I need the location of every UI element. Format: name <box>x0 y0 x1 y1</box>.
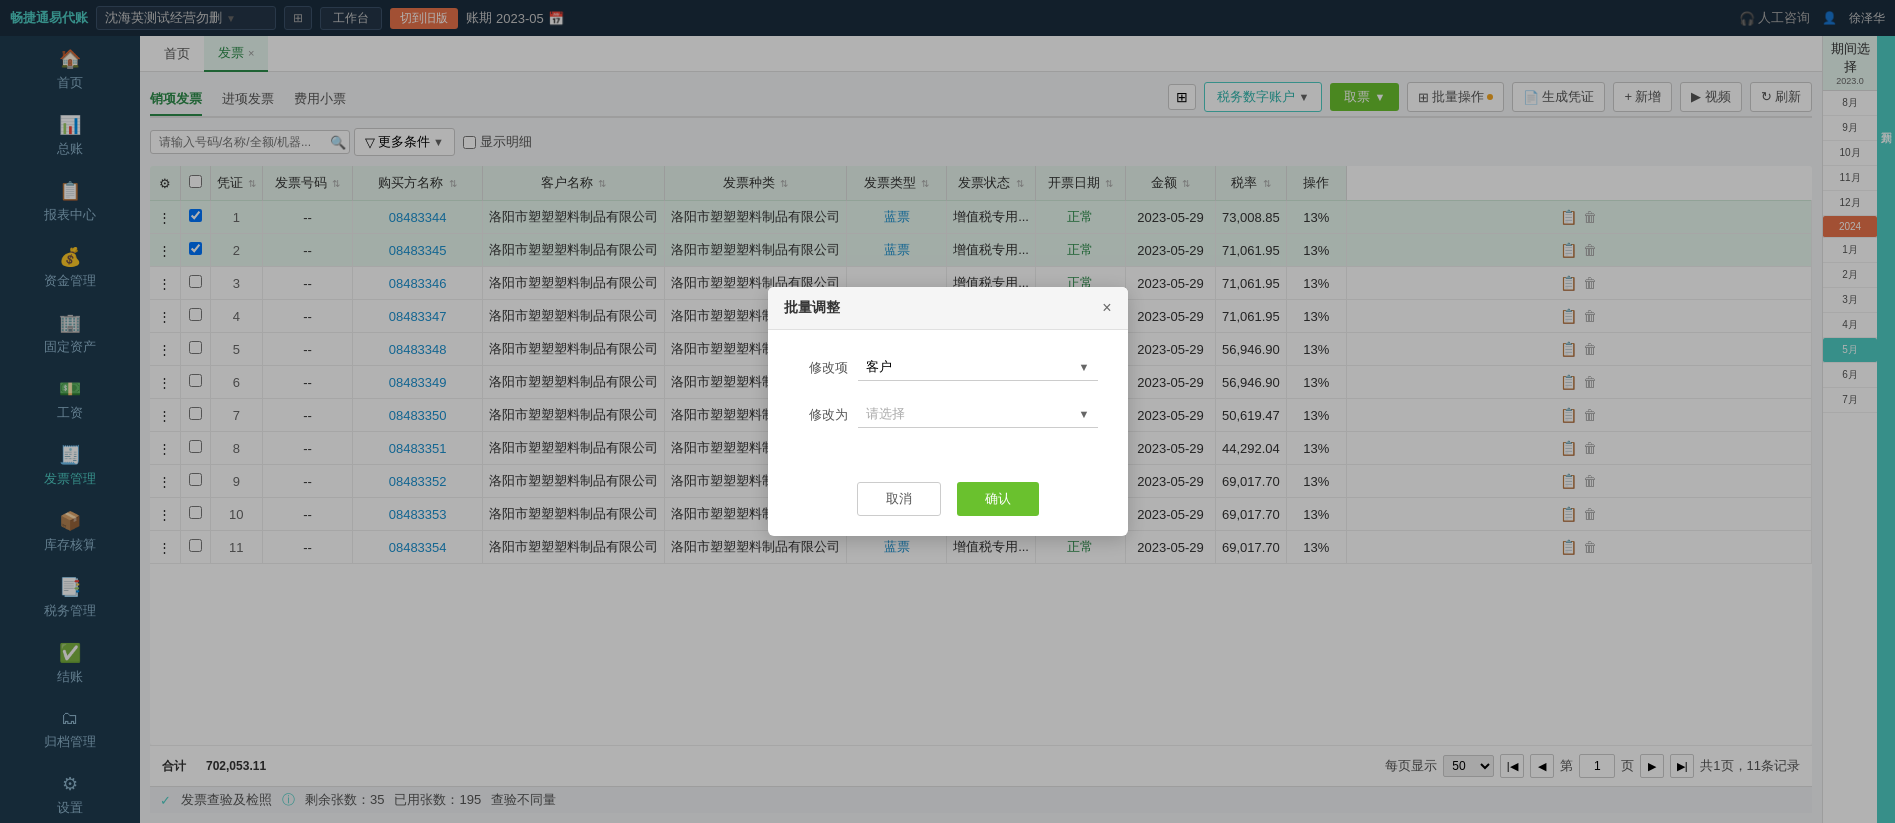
modify-to-label: 修改为 <box>798 406 848 424</box>
modal-header: 批量调整 × <box>768 287 1128 330</box>
modify-item-value: 客户 <box>866 358 892 376</box>
batch-adjust-modal: 批量调整 × 修改项 客户 ▼ 修改为 请选择 ▼ 取消 确认 <box>768 287 1128 536</box>
modal-overlay[interactable]: 批量调整 × 修改项 客户 ▼ 修改为 请选择 ▼ 取消 确认 <box>0 0 1895 823</box>
modal-body: 修改项 客户 ▼ 修改为 请选择 ▼ <box>768 330 1128 472</box>
modify-to-arrow: ▼ <box>1079 408 1090 420</box>
cancel-button[interactable]: 取消 <box>857 482 941 516</box>
modify-to-select[interactable]: 请选择 ▼ <box>858 401 1098 428</box>
modify-item-arrow: ▼ <box>1079 361 1090 373</box>
modify-item-select[interactable]: 客户 ▼ <box>858 354 1098 381</box>
modal-close-btn[interactable]: × <box>1102 299 1111 317</box>
modal-footer: 取消 确认 <box>768 472 1128 536</box>
confirm-button[interactable]: 确认 <box>957 482 1039 516</box>
modify-to-row: 修改为 请选择 ▼ <box>798 401 1098 428</box>
modal-title: 批量调整 <box>784 299 840 317</box>
modify-item-row: 修改项 客户 ▼ <box>798 354 1098 381</box>
modify-to-placeholder: 请选择 <box>866 405 905 423</box>
modify-item-label: 修改项 <box>798 359 848 377</box>
